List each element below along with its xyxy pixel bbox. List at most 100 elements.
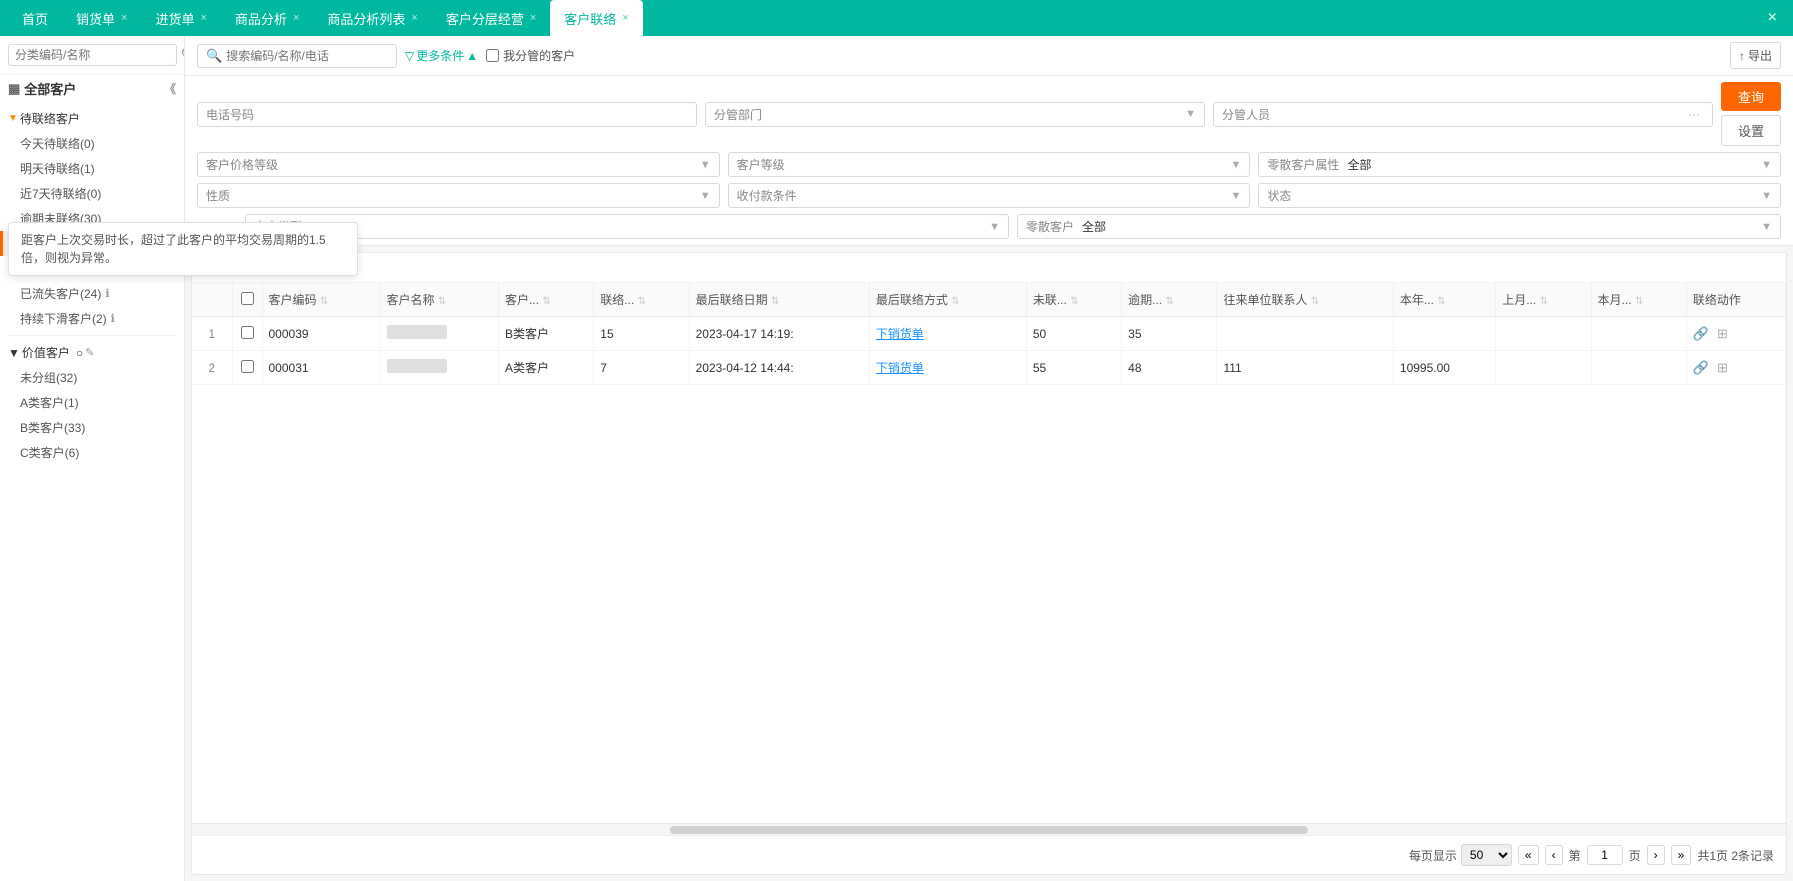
my-customers-label: 我分管的客户 — [503, 47, 575, 64]
nav-tab-home[interactable]: 首页 — [8, 0, 62, 36]
sidebar-all-customers[interactable]: ▦ 全部客户 《 — [0, 75, 184, 102]
filter-search-input[interactable] — [226, 49, 386, 63]
sidebar-item-tomorrow[interactable]: 明天待联络(1) — [0, 156, 184, 181]
content-area: 🔍 ▽ 更多条件 ▲ 我分管的客户 ↑ 导出 电话号码 — [185, 36, 1793, 881]
th-customer-type[interactable]: 客户... ⇅ — [498, 283, 593, 317]
table-wrapper: ⚙ 客户编码 ⇅ — [191, 252, 1787, 875]
sidebar-item-c-class[interactable]: C类客户(6) — [0, 440, 184, 465]
row2-checkbox[interactable] — [241, 360, 254, 373]
dots-icon[interactable]: ··· — [1684, 107, 1704, 121]
filter-person[interactable]: 分管人员 ··· — [1213, 102, 1713, 127]
filter-customer-type[interactable]: 客户类型 ▼ — [245, 214, 1009, 239]
th-name[interactable]: 客户名称 ⇅ — [380, 283, 498, 317]
nav-tab-product-analysis[interactable]: 商品分析 × — [221, 0, 313, 36]
nav-tab-customer-contact-close[interactable]: × — [622, 12, 628, 24]
nav-tab-customer-contact[interactable]: 客户联络 × — [550, 0, 642, 36]
filter-nature[interactable]: 性质 ▼ — [197, 183, 720, 208]
window-close-button[interactable]: × — [1760, 9, 1785, 27]
per-page-select[interactable]: 50 20 100 — [1461, 844, 1512, 866]
th-uncontacted[interactable]: 未联... ⇅ — [1026, 283, 1121, 317]
nav-tab-purchase[interactable]: 进货单 × — [141, 0, 220, 36]
filter-retail-attr[interactable]: 零散客户属性 全部 ▼ — [1258, 152, 1781, 177]
table-scroll-area[interactable]: 客户编码 ⇅ 客户名称 ⇅ 客户... ⇅ — [192, 283, 1786, 823]
nav-tab-customer-mgmt[interactable]: 客户分层经营 × — [432, 0, 550, 36]
nav-tab-sales-close[interactable]: × — [121, 12, 127, 24]
th-contact-person[interactable]: 往来单位联系人 ⇅ — [1217, 283, 1393, 317]
edit-icon[interactable]: ✎ — [85, 346, 94, 359]
th-this-year[interactable]: 本年... ⇅ — [1393, 283, 1495, 317]
sort-date-icon: ⇅ — [771, 296, 779, 307]
my-customers-checkbox-group[interactable]: 我分管的客户 — [486, 47, 575, 64]
query-button[interactable]: 查询 — [1721, 82, 1781, 111]
row2-last-method-link[interactable]: 下销货单 — [876, 361, 924, 375]
sidebar-item-b-class[interactable]: B类客户(33) — [0, 415, 184, 440]
nav-tab-purchase-close[interactable]: × — [200, 12, 206, 24]
filter-payment[interactable]: 收付款条件 ▼ — [728, 183, 1251, 208]
page-input[interactable] — [1587, 845, 1623, 865]
th-overdue[interactable]: 逾期... ⇅ — [1122, 283, 1217, 317]
nav-tab-product-list-close[interactable]: × — [411, 12, 417, 24]
more-conditions-btn[interactable]: ▽ 更多条件 ▲ — [405, 47, 478, 64]
row2-grid-icon[interactable]: ⊞ — [1717, 360, 1728, 376]
row2-overdue: 48 — [1122, 351, 1217, 385]
prev-page-btn[interactable]: ‹ — [1545, 845, 1563, 865]
table-row: 2 000031 A类客户 7 2023-04-12 14:44: — [192, 351, 1786, 385]
th-code[interactable]: 客户编码 ⇅ — [262, 283, 380, 317]
export-button[interactable]: ↑ 导出 — [1730, 42, 1781, 69]
filter-status[interactable]: 状态 ▼ — [1258, 183, 1781, 208]
filter-customer-level[interactable]: 客户等级 ▼ — [728, 152, 1251, 177]
nav-tab-product-list[interactable]: 商品分析列表 × — [313, 0, 431, 36]
filter-phone-label: 电话号码 — [206, 106, 254, 123]
sidebar-item-churned[interactable]: 已流失客户(24) ℹ — [0, 281, 184, 306]
filter-price-level[interactable]: 客户价格等级 ▼ — [197, 152, 720, 177]
sidebar-group-pending-header[interactable]: ▼ 待联络客户 — [0, 106, 184, 131]
filter-dept[interactable]: 分管部门 ▼ — [705, 102, 1205, 127]
filter-retail-attr-label: 零散客户属性 — [1267, 156, 1339, 173]
first-page-btn[interactable]: « — [1518, 845, 1539, 865]
filter-phone[interactable]: 电话号码 — [197, 102, 697, 127]
sidebar-item-7days[interactable]: 近7天待联络(0) — [0, 181, 184, 206]
th-contact-count[interactable]: 联络... ⇅ — [594, 283, 689, 317]
th-last-month[interactable]: 上月... ⇅ — [1496, 283, 1591, 317]
row2-last-method[interactable]: 下销货单 — [869, 351, 1026, 385]
info-icon4: ℹ — [111, 312, 115, 325]
th-last-contact-date[interactable]: 最后联络日期 ⇅ — [689, 283, 869, 317]
th-this-month[interactable]: 本月... ⇅ — [1591, 283, 1686, 317]
sort-contact-icon: ⇅ — [638, 296, 646, 307]
sidebar-search-input[interactable] — [8, 44, 177, 66]
page-label: 第 — [1569, 847, 1581, 864]
row2-link-icon[interactable]: 🔗 — [1693, 360, 1709, 376]
my-customers-checkbox[interactable] — [486, 49, 499, 62]
sidebar-collapse-icon[interactable]: 《 — [164, 80, 176, 97]
sidebar-churned-label: 已流失客户(24) — [20, 285, 101, 302]
sidebar-group-value[interactable]: ▼ 价值客户 ○ ✎ — [0, 340, 184, 365]
total-page-label: 页 — [1629, 847, 1641, 864]
scrollbar-thumb[interactable] — [670, 826, 1308, 834]
row1-grid-icon[interactable]: ⊞ — [1717, 326, 1728, 342]
sidebar-item-unclassified[interactable]: 未分组(32) — [0, 365, 184, 390]
row1-link-icon[interactable]: 🔗 — [1693, 326, 1709, 342]
row1-check[interactable] — [232, 317, 262, 351]
adv-filter-row2: 客户价格等级 ▼ 客户等级 ▼ 零散客户属性 全部 ▼ — [197, 152, 1781, 177]
row1-checkbox[interactable] — [241, 326, 254, 339]
horizontal-scrollbar[interactable] — [192, 823, 1786, 835]
next-page-btn[interactable]: › — [1647, 845, 1665, 865]
nav-tab-product-analysis-close[interactable]: × — [293, 12, 299, 24]
row1-contact-count: 15 — [594, 317, 689, 351]
row1-last-method-link[interactable]: 下销货单 — [876, 327, 924, 341]
last-page-btn[interactable]: » — [1671, 845, 1692, 865]
nav-tab-customer-mgmt-close[interactable]: × — [530, 12, 536, 24]
chevron-up-icon: ▲ — [466, 49, 478, 63]
nav-tab-product-list-label: 商品分析列表 — [327, 9, 405, 28]
filter-retail-customer[interactable]: 零散客户 全部 ▼ — [1017, 214, 1781, 239]
select-all-checkbox[interactable] — [241, 292, 254, 305]
settings-button[interactable]: 设置 — [1721, 115, 1781, 146]
row2-check[interactable] — [232, 351, 262, 385]
th-last-contact-method[interactable]: 最后联络方式 ⇅ — [869, 283, 1026, 317]
sidebar-item-a-class[interactable]: A类客户(1) — [0, 390, 184, 415]
nav-tab-sales[interactable]: 销货单 × — [62, 0, 141, 36]
row2-num: 2 — [192, 351, 232, 385]
sidebar-item-today[interactable]: 今天待联络(0) — [0, 131, 184, 156]
row1-last-method[interactable]: 下销货单 — [869, 317, 1026, 351]
sidebar-item-declining[interactable]: 持续下滑客户(2) ℹ — [0, 306, 184, 331]
